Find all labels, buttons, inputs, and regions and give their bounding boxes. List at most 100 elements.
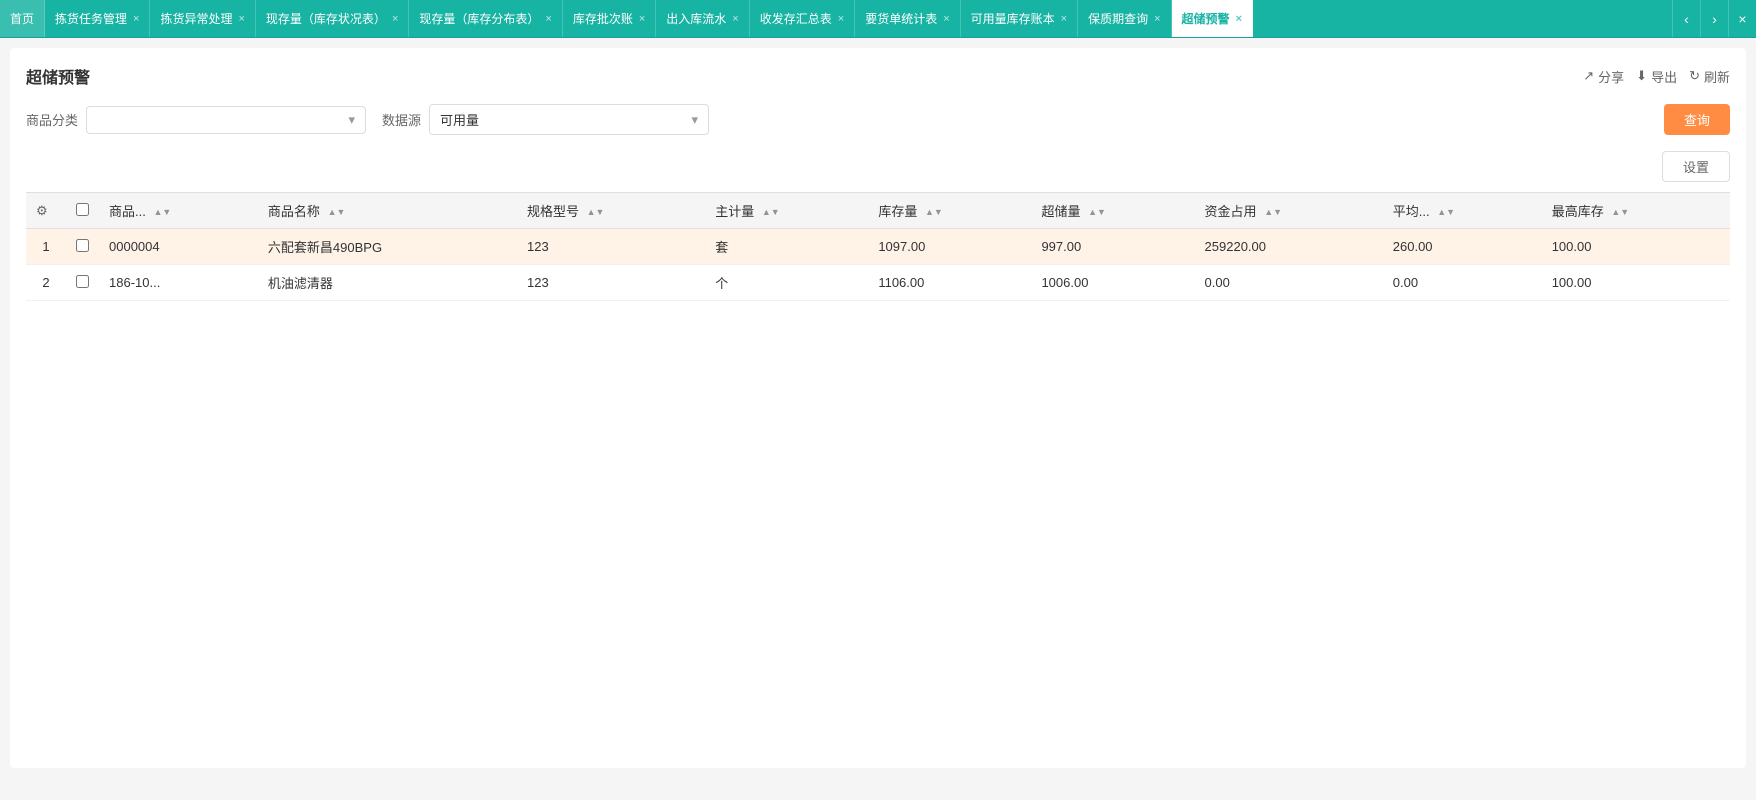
nav-tab-flow[interactable]: 出入库流水 × xyxy=(656,0,749,38)
sort-icon-overflow: ▲▼ xyxy=(1088,208,1106,217)
cell-avg: 0.00 xyxy=(1383,265,1542,301)
row-checkbox[interactable] xyxy=(76,275,89,288)
th-sku-code[interactable]: 商品... ▲▼ xyxy=(99,193,258,229)
table-row: 2 186-10... 机油滤清器 123 个 1106.00 1006.00 … xyxy=(26,265,1730,301)
close-tab-available[interactable]: × xyxy=(1061,13,1067,25)
cell-avg: 260.00 xyxy=(1383,229,1542,265)
cell-max-stock: 100.00 xyxy=(1542,265,1730,301)
nav-tab-abnormal[interactable]: 拣货异常处理 × xyxy=(150,0,255,38)
nav-next-button[interactable]: › xyxy=(1700,0,1728,38)
chevron-down-icon: ▾ xyxy=(348,112,355,128)
filter-action-buttons: 查询 xyxy=(1664,104,1730,135)
nav-tab-task[interactable]: 拣货任务管理 × xyxy=(45,0,150,38)
sort-icon-stock: ▲▼ xyxy=(925,208,943,217)
nav-tab-stock-status[interactable]: 现存量（库存状况表） × xyxy=(256,0,409,38)
page-title: 超储预警 xyxy=(26,64,90,88)
cell-overflow: 997.00 xyxy=(1031,229,1194,265)
cell-spec: 123 xyxy=(517,265,705,301)
th-unit[interactable]: 主计量 ▲▼ xyxy=(705,193,868,229)
sort-icon-capital: ▲▼ xyxy=(1264,208,1282,217)
row-number: 1 xyxy=(26,229,66,265)
sort-icon-max-stock: ▲▼ xyxy=(1611,208,1629,217)
category-select[interactable]: ▾ xyxy=(86,106,366,134)
nav-tab-expiry[interactable]: 保质期查询 × xyxy=(1078,0,1171,38)
cell-sku-name: 六配套新昌490BPG xyxy=(258,229,517,265)
page-container: 超储预警 ↗ 分享 ⬇ 导出 ↻ 刷新 商品分类 ▾ 数据源 xyxy=(10,48,1746,768)
row-checkbox[interactable] xyxy=(76,239,89,252)
row-checkbox-cell xyxy=(66,229,99,265)
sort-icon-sku-name: ▲▼ xyxy=(328,208,346,217)
cell-spec: 123 xyxy=(517,229,705,265)
nav-tab-overstock[interactable]: 超储预警 × xyxy=(1172,0,1253,38)
gear-icon[interactable]: ⚙ xyxy=(36,203,52,219)
nav-tab-available[interactable]: 可用量库存账本 × xyxy=(961,0,1078,38)
datasource-select[interactable]: 可用量 ▾ xyxy=(429,104,709,135)
th-max-stock[interactable]: 最高库存 ▲▼ xyxy=(1542,193,1730,229)
cell-overflow: 1006.00 xyxy=(1031,265,1194,301)
th-sku-name[interactable]: 商品名称 ▲▼ xyxy=(258,193,517,229)
category-filter: 商品分类 ▾ xyxy=(26,106,366,134)
share-button[interactable]: ↗ 分享 xyxy=(1583,67,1624,86)
th-settings[interactable]: ⚙ xyxy=(26,193,66,229)
cell-sku-name: 机油滤清器 xyxy=(258,265,517,301)
row-checkbox-cell xyxy=(66,265,99,301)
share-icon: ↗ xyxy=(1583,68,1594,84)
sort-icon-spec: ▲▼ xyxy=(587,208,605,217)
cell-sku-code: 0000004 xyxy=(99,229,258,265)
cell-max-stock: 100.00 xyxy=(1542,229,1730,265)
select-all-checkbox[interactable] xyxy=(76,203,89,216)
close-tab-order-stat[interactable]: × xyxy=(943,13,949,25)
close-tab-flow[interactable]: × xyxy=(732,13,738,25)
cell-unit: 套 xyxy=(705,229,868,265)
datasource-label: 数据源 xyxy=(382,110,421,129)
sort-icon-avg: ▲▼ xyxy=(1437,208,1455,217)
cell-sku-code: 186-10... xyxy=(99,265,258,301)
datasource-value: 可用量 xyxy=(440,110,479,129)
th-spec[interactable]: 规格型号 ▲▼ xyxy=(517,193,705,229)
refresh-button[interactable]: ↻ 刷新 xyxy=(1689,67,1730,86)
nav-tab-order-stat[interactable]: 要货单统计表 × xyxy=(855,0,960,38)
refresh-icon: ↻ xyxy=(1689,68,1700,84)
query-button[interactable]: 查询 xyxy=(1664,104,1730,135)
nav-arrows: ‹ › × xyxy=(1672,0,1756,38)
nav-tab-stock-dist[interactable]: 现存量（库存分布表） × xyxy=(409,0,562,38)
header-actions: ↗ 分享 ⬇ 导出 ↻ 刷新 xyxy=(1583,67,1730,86)
close-tab-stock-status[interactable]: × xyxy=(392,13,398,25)
export-button[interactable]: ⬇ 导出 xyxy=(1636,67,1677,86)
nav-prev-button[interactable]: ‹ xyxy=(1672,0,1700,38)
th-stock[interactable]: 库存量 ▲▼ xyxy=(868,193,1031,229)
th-avg[interactable]: 平均... ▲▼ xyxy=(1383,193,1542,229)
cell-capital: 0.00 xyxy=(1195,265,1383,301)
th-capital[interactable]: 资金占用 ▲▼ xyxy=(1195,193,1383,229)
filter-row: 商品分类 ▾ 数据源 可用量 ▾ 查询 xyxy=(26,104,1730,135)
cell-unit: 个 xyxy=(705,265,868,301)
settings-button[interactable]: 设置 xyxy=(1662,151,1730,182)
th-checkbox xyxy=(66,193,99,229)
page-header: 超储预警 ↗ 分享 ⬇ 导出 ↻ 刷新 xyxy=(26,64,1730,88)
nav-tab-summary[interactable]: 收发存汇总表 × xyxy=(750,0,855,38)
close-tab-batch[interactable]: × xyxy=(639,13,645,25)
th-overflow[interactable]: 超储量 ▲▼ xyxy=(1031,193,1194,229)
close-tab-summary[interactable]: × xyxy=(838,13,844,25)
close-tab-overstock[interactable]: × xyxy=(1236,13,1242,25)
close-tab-task[interactable]: × xyxy=(133,13,139,25)
nav-close-button[interactable]: × xyxy=(1728,0,1756,38)
row-number: 2 xyxy=(26,265,66,301)
sort-icon-unit: ▲▼ xyxy=(762,208,780,217)
cell-stock: 1106.00 xyxy=(868,265,1031,301)
nav-tab-batch[interactable]: 库存批次账 × xyxy=(563,0,656,38)
datasource-filter: 数据源 可用量 ▾ xyxy=(382,104,709,135)
close-tab-stock-dist[interactable]: × xyxy=(545,13,551,25)
close-tab-expiry[interactable]: × xyxy=(1154,13,1160,25)
data-table: ⚙ 商品... ▲▼ 商品名称 ▲▼ 规格型号 ▲▼ 主计 xyxy=(26,192,1730,301)
category-label: 商品分类 xyxy=(26,110,78,129)
close-tab-abnormal[interactable]: × xyxy=(238,13,244,25)
cell-stock: 1097.00 xyxy=(868,229,1031,265)
table-header-row: ⚙ 商品... ▲▼ 商品名称 ▲▼ 规格型号 ▲▼ 主计 xyxy=(26,193,1730,229)
nav-tab-home[interactable]: 首页 xyxy=(0,0,45,38)
cell-capital: 259220.00 xyxy=(1195,229,1383,265)
export-icon: ⬇ xyxy=(1636,68,1647,84)
table-row: 1 0000004 六配套新昌490BPG 123 套 1097.00 997.… xyxy=(26,229,1730,265)
chevron-down-icon-2: ▾ xyxy=(692,112,699,128)
top-navigation: 首页 拣货任务管理 × 拣货异常处理 × 现存量（库存状况表） × 现存量（库存… xyxy=(0,0,1756,38)
